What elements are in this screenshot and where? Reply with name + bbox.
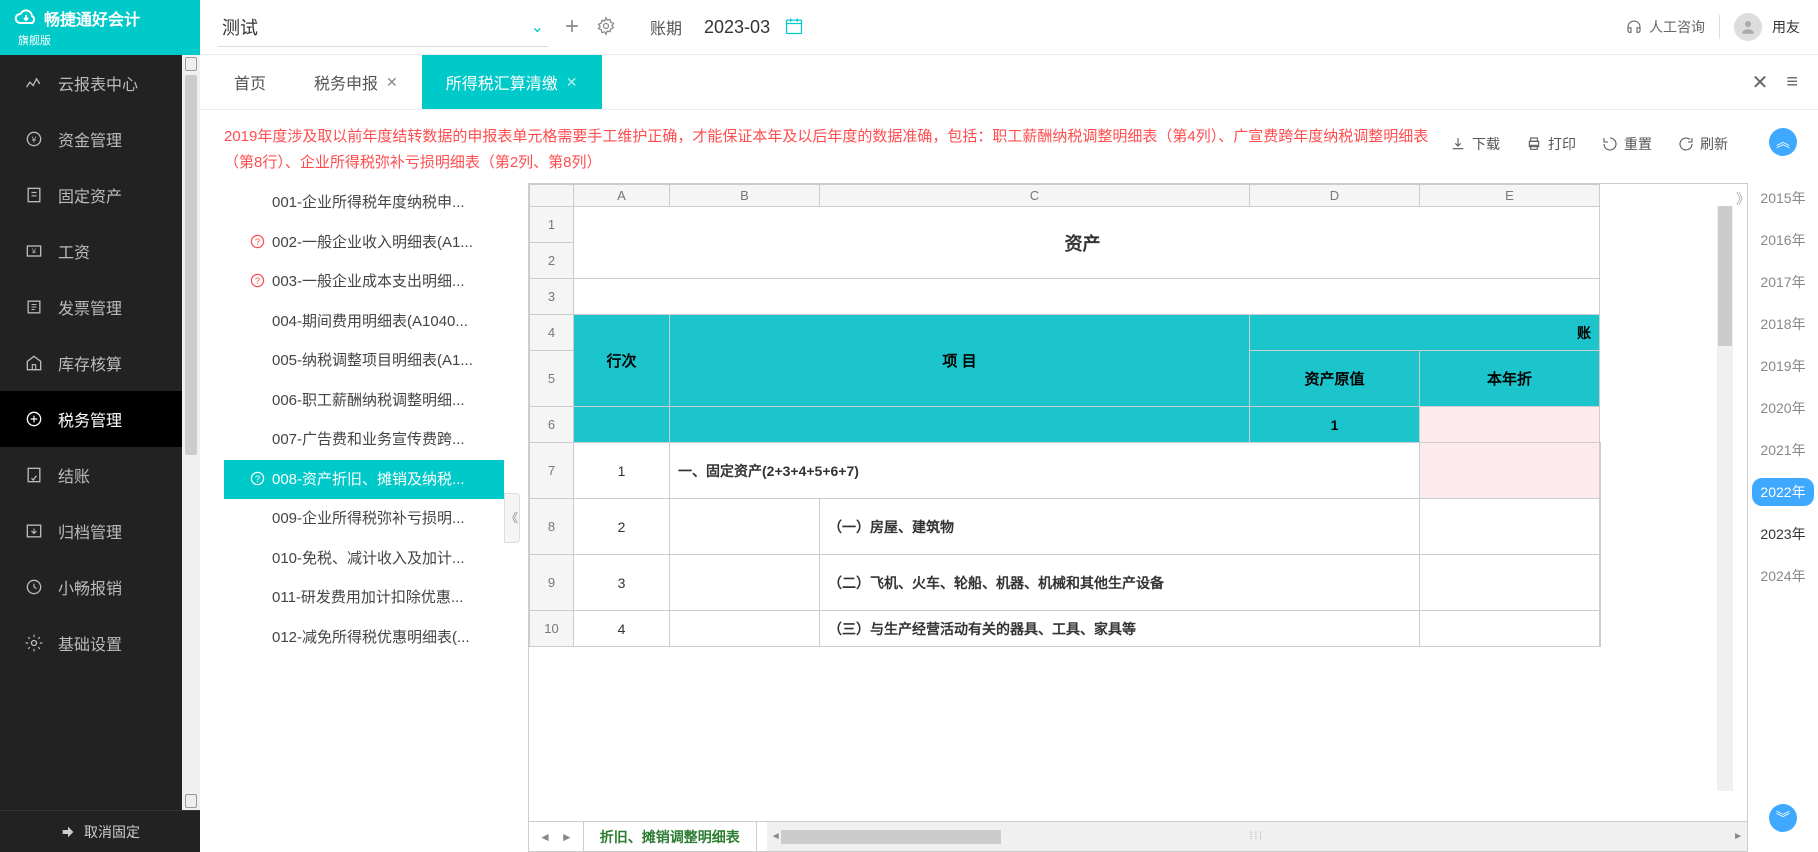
nav-item-6[interactable]: 税务管理 <box>0 391 200 447</box>
spreadsheet: 》 ABCDE1资产234行次项 目账5资产原值本年折6171一、固定资产(2+… <box>528 183 1748 852</box>
nav-item-10[interactable]: 基础设置 <box>0 615 200 671</box>
download-button[interactable]: 下载 <box>1450 134 1500 154</box>
report-item-1[interactable]: ?002-一般企业收入明细表(A1... <box>224 223 504 263</box>
nav-icon <box>24 353 44 373</box>
report-item-4[interactable]: 005-纳税调整项目明细表(A1... <box>224 341 504 381</box>
tab-close-all[interactable]: ✕ <box>1752 70 1769 95</box>
report-item-10[interactable]: 011-研发费用加计扣除优惠... <box>224 578 504 618</box>
nav-item-1[interactable]: ¥资金管理 <box>0 111 200 167</box>
refresh-button[interactable]: 刷新 <box>1678 134 1728 154</box>
year-2018年[interactable]: 2018年 <box>1752 310 1813 338</box>
year-2017年[interactable]: 2017年 <box>1752 268 1813 296</box>
nav-icon <box>24 465 44 485</box>
avatar <box>1734 13 1762 41</box>
year-2024年[interactable]: 2024年 <box>1752 562 1813 590</box>
calendar-icon[interactable] <box>784 16 804 39</box>
year-down-button[interactable]: ︾ <box>1769 804 1797 832</box>
unpin-button[interactable]: 取消固定 <box>0 810 200 852</box>
brand-logo: 畅捷通好会计 旗舰版 <box>0 0 200 55</box>
sidebar-scrollbar[interactable] <box>182 55 200 810</box>
collapse-handle[interactable]: 《 <box>504 493 520 543</box>
nav-icon: ¥ <box>24 129 44 149</box>
sheet-vscrollbar[interactable] <box>1717 206 1733 791</box>
period-value[interactable]: 2023-03 <box>704 17 770 38</box>
report-item-0[interactable]: 001-企业所得税年度纳税申... <box>224 183 504 223</box>
settings-button[interactable] <box>596 16 616 39</box>
year-2023年[interactable]: 2023年 <box>1752 520 1813 548</box>
headset-icon <box>1625 18 1643 36</box>
sheet-nav[interactable]: ◄► <box>529 822 583 851</box>
nav-icon <box>24 521 44 541</box>
nav-icon <box>24 577 44 597</box>
nav-item-8[interactable]: 归档管理 <box>0 503 200 559</box>
report-item-7[interactable]: ?008-资产折旧、摊销及纳税... <box>224 460 504 500</box>
year-2019年[interactable]: 2019年 <box>1752 352 1813 380</box>
svg-text:¥: ¥ <box>31 134 37 144</box>
year-panel: ︽ 2015年 2016年 2017年 2018年 2019年 2020年 2021年 202… <box>1748 110 1818 852</box>
nav-item-7[interactable]: 结账 <box>0 447 200 503</box>
svg-text:?: ? <box>255 473 260 483</box>
print-button[interactable]: 打印 <box>1526 134 1576 154</box>
add-button[interactable] <box>562 16 582 39</box>
chevron-down-icon: ⌄ <box>531 17 544 37</box>
sheet-hscrollbar[interactable]: ◄ ⁞⁞⁞ ► <box>767 822 1747 851</box>
tabs: 首页税务申报✕所得税汇算清缴✕ ✕ ≡ <box>200 55 1818 110</box>
warn-icon: ? <box>250 471 265 486</box>
tab-close-icon[interactable]: ✕ <box>386 74 398 91</box>
svg-text:¥: ¥ <box>32 247 37 256</box>
company-selector[interactable]: 测试 ⌄ <box>218 8 548 47</box>
report-item-9[interactable]: 010-免税、减计收入及加计... <box>224 539 504 579</box>
year-2015年[interactable]: 2015年 <box>1752 184 1813 212</box>
nav-icon <box>24 633 44 653</box>
tab-close-icon[interactable]: ✕ <box>566 74 578 91</box>
tab-more[interactable]: ≡ <box>1786 71 1798 94</box>
year-2022年[interactable]: 2022年 <box>1752 478 1813 506</box>
warn-icon: ? <box>250 273 265 288</box>
nav-icon <box>24 73 44 93</box>
sidebar: 畅捷通好会计 旗舰版 云报表中心¥资金管理固定资产¥工资发票管理库存核算税务管理… <box>0 0 200 852</box>
year-up-button[interactable]: ︽ <box>1769 128 1797 156</box>
nav-item-3[interactable]: ¥工资 <box>0 223 200 279</box>
report-list: 001-企业所得税年度纳税申...?002-一般企业收入明细表(A1...?00… <box>224 183 504 852</box>
topbar: 测试 ⌄ 账期 2023-03 人工咨询 用友 <box>200 0 1818 55</box>
tab-0[interactable]: 首页 <box>210 55 290 109</box>
nav-item-5[interactable]: 库存核算 <box>0 335 200 391</box>
sheet-grid[interactable]: ABCDE1资产234行次项 目账5资产原值本年折6171一、固定资产(2+3+… <box>528 183 1748 822</box>
sheet-tab[interactable]: 折旧、摊销调整明细表 <box>583 822 757 851</box>
report-item-11[interactable]: 012-减免所得税优惠明细表(... <box>224 618 504 658</box>
svg-text:?: ? <box>255 236 260 246</box>
nav-item-2[interactable]: 固定资产 <box>0 167 200 223</box>
report-item-5[interactable]: 006-职工薪酬纳税调整明细... <box>224 381 504 421</box>
report-item-8[interactable]: 009-企业所得税弥补亏损明... <box>224 499 504 539</box>
year-2020年[interactable]: 2020年 <box>1752 394 1813 422</box>
nav-item-9[interactable]: 小畅报销 <box>0 559 200 615</box>
nav-icon <box>24 409 44 429</box>
reset-button[interactable]: 重置 <box>1602 134 1652 154</box>
help-link[interactable]: 人工咨询 <box>1625 17 1705 37</box>
report-item-2[interactable]: ?003-一般企业成本支出明细... <box>224 262 504 302</box>
year-2016年[interactable]: 2016年 <box>1752 226 1813 254</box>
user-menu[interactable]: 用友 <box>1734 13 1800 41</box>
cloud-icon <box>14 6 38 30</box>
svg-text:?: ? <box>255 276 260 286</box>
nav-icon <box>24 297 44 317</box>
period-label: 账期 <box>650 15 682 39</box>
nav-icon <box>24 185 44 205</box>
nav-item-0[interactable]: 云报表中心 <box>0 55 200 111</box>
notice-text: 2019年度涉及取以前年度结转数据的申报表单元格需要手工维护正确，才能保证本年及… <box>224 124 1430 175</box>
warn-icon: ? <box>250 234 265 249</box>
nav-item-4[interactable]: 发票管理 <box>0 279 200 335</box>
report-item-6[interactable]: 007-广告费和业务宣传费跨... <box>224 420 504 460</box>
report-item-3[interactable]: 004-期间费用明细表(A1040... <box>224 302 504 342</box>
pin-icon <box>60 824 76 840</box>
tab-1[interactable]: 税务申报✕ <box>290 55 422 109</box>
year-2021年[interactable]: 2021年 <box>1752 436 1813 464</box>
tab-2[interactable]: 所得税汇算清缴✕ <box>422 55 602 109</box>
nav-icon: ¥ <box>24 241 44 261</box>
